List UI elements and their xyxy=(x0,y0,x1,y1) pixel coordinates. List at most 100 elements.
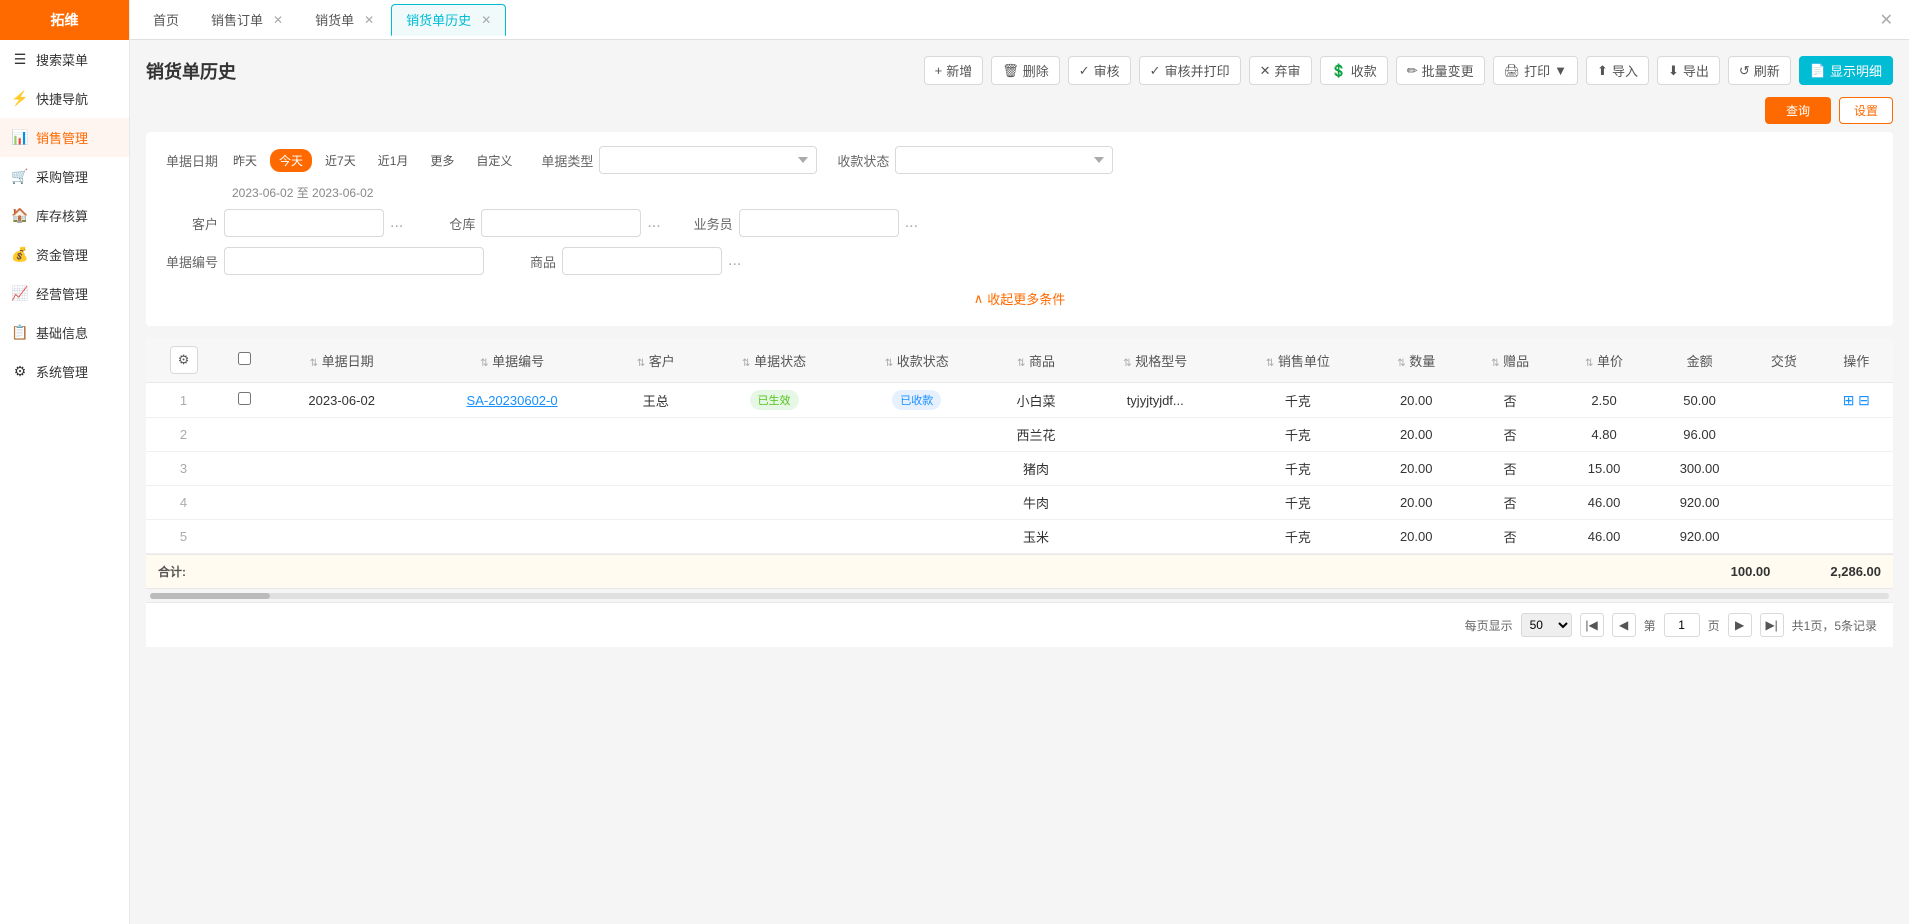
row-checkbox[interactable] xyxy=(238,392,251,405)
cell-goods: 玉米 xyxy=(988,520,1084,554)
collect-btn[interactable]: 💲 收款 xyxy=(1320,56,1388,85)
warehouse-dotdot[interactable]: ... xyxy=(647,214,660,232)
sidebar-item-ops-mgmt[interactable]: 📈 经营管理 xyxy=(0,274,129,313)
date-1month[interactable]: 近1月 xyxy=(369,149,418,172)
filter-doc-type: 单据类型 xyxy=(537,146,817,174)
salesperson-input[interactable] xyxy=(739,209,899,237)
scroll-thumb[interactable] xyxy=(150,593,270,599)
goods-input[interactable] xyxy=(562,247,722,275)
col-customer-sort-icon[interactable]: ⇅ xyxy=(637,358,645,369)
date-today[interactable]: 今天 xyxy=(270,149,312,172)
new-btn[interactable]: + 新增 xyxy=(924,56,984,85)
per-page-select[interactable]: 50 100 xyxy=(1521,613,1572,637)
tab-sales-history[interactable]: 销货单历史 ✕ xyxy=(391,4,506,36)
action-edit[interactable]: ⊟ xyxy=(1858,392,1870,408)
delete-btn[interactable]: 🗑 删除 xyxy=(991,56,1060,85)
goods-dotdot[interactable]: ... xyxy=(728,252,741,270)
col-gift-sort-icon[interactable]: ⇅ xyxy=(1491,358,1499,369)
date-custom[interactable]: 自定义 xyxy=(467,149,521,172)
cell-transaction xyxy=(1748,452,1819,486)
last-page-btn[interactable]: ▶| xyxy=(1760,613,1784,637)
finance-icon: 💰 xyxy=(12,247,28,263)
col-spec-header: ⇅ 规格型号 xyxy=(1084,338,1227,383)
tab-sales-goods-label: 销货单 xyxy=(315,10,354,29)
docno-input[interactable] xyxy=(224,247,484,275)
tab-sales-order-close[interactable]: ✕ xyxy=(273,13,283,27)
col-date-sort-icon[interactable]: ⇅ xyxy=(310,358,318,369)
col-price-sort-icon[interactable]: ⇅ xyxy=(1585,358,1593,369)
sidebar-item-quick-nav[interactable]: ⚡ 快捷导航 xyxy=(0,79,129,118)
sidebar-item-label: 基础信息 xyxy=(36,323,88,342)
approve-print-btn[interactable]: ✓ 审核并打印 xyxy=(1139,56,1241,85)
show-detail-btn[interactable]: 📄 显示明细 xyxy=(1799,56,1893,85)
first-page-btn[interactable]: |◀ xyxy=(1580,613,1604,637)
reject-btn[interactable]: ✕ 弃审 xyxy=(1249,56,1312,85)
table-settings-gear[interactable]: ⚙ xyxy=(170,346,198,374)
cell-date: 2023-06-02 xyxy=(268,383,415,418)
cell-amount: 50.00 xyxy=(1651,383,1748,418)
date-yesterday[interactable]: 昨天 xyxy=(224,149,266,172)
collapse-btn[interactable]: ∧ 收起更多条件 xyxy=(162,285,1877,312)
col-qty-sort-icon[interactable]: ⇅ xyxy=(1397,358,1405,369)
print-btn[interactable]: 🖨 打印 ▼ xyxy=(1493,56,1578,85)
page-label: 第 xyxy=(1644,617,1656,634)
col-docno-sort-icon[interactable]: ⇅ xyxy=(480,358,488,369)
sidebar-item-search-menu[interactable]: ☰ 搜索菜单 xyxy=(0,40,129,79)
horizontal-scrollbar[interactable] xyxy=(146,588,1893,602)
cell-transaction xyxy=(1748,520,1819,554)
filter-goods: 商品 ... xyxy=(500,247,741,275)
tab-sales-history-close[interactable]: ✕ xyxy=(481,13,491,27)
table-container: ⚙ ⇅ 单据日期 ⇅ 单据编号 xyxy=(146,338,1893,602)
col-spec-sort-icon[interactable]: ⇅ xyxy=(1123,358,1131,369)
sidebar-item-label: 资金管理 xyxy=(36,245,88,264)
doc-type-select[interactable] xyxy=(599,146,817,174)
page-number-input[interactable]: 1 xyxy=(1664,613,1700,637)
customer-dotdot[interactable]: ... xyxy=(390,214,403,232)
docno-link[interactable]: SA-20230602-0 xyxy=(467,393,558,408)
sidebar-item-finance[interactable]: 💰 资金管理 xyxy=(0,235,129,274)
tab-sales-order[interactable]: 销售订单 ✕ xyxy=(196,4,298,36)
col-unit-sort-icon[interactable]: ⇅ xyxy=(1266,358,1274,369)
sidebar-item-sales-mgmt[interactable]: 📊 销售管理 xyxy=(0,118,129,157)
col-docstatus-sort-icon[interactable]: ⇅ xyxy=(742,358,750,369)
import-btn[interactable]: ⬆ 导入 xyxy=(1586,56,1649,85)
select-all-checkbox[interactable] xyxy=(238,352,251,365)
salesperson-dotdot[interactable]: ... xyxy=(905,214,918,232)
sidebar-item-purchase-mgmt[interactable]: 🛒 采购管理 xyxy=(0,157,129,196)
approve-btn[interactable]: ✓ 审核 xyxy=(1068,56,1131,85)
tab-bar-close-btn[interactable]: ✕ xyxy=(1872,10,1901,30)
prev-page-btn[interactable]: ◀ xyxy=(1612,613,1636,637)
settings-btn[interactable]: 设置 xyxy=(1839,97,1893,124)
date-more[interactable]: 更多 xyxy=(421,149,463,172)
cell-gift: 否 xyxy=(1463,383,1557,418)
export-btn[interactable]: ⬇ 导出 xyxy=(1657,56,1720,85)
cell-pay-status: 已收款 xyxy=(845,383,988,418)
date-range-display: 2023-06-02 至 2023-06-02 xyxy=(162,184,1877,201)
col-qty-header: ⇅ 数量 xyxy=(1369,338,1463,383)
col-goods-sort-icon[interactable]: ⇅ xyxy=(1017,358,1025,369)
customer-input[interactable] xyxy=(224,209,384,237)
query-btn[interactable]: 查询 xyxy=(1765,97,1831,124)
tab-sales-goods[interactable]: 销货单 ✕ xyxy=(300,4,389,36)
export-icon: ⬇ xyxy=(1668,63,1679,79)
sales-mgmt-icon: 📊 xyxy=(12,130,28,146)
col-paystatus-sort-icon[interactable]: ⇅ xyxy=(885,358,893,369)
sidebar-item-inventory[interactable]: 🏠 库存核算 xyxy=(0,196,129,235)
sidebar-item-basic-info[interactable]: 📋 基础信息 xyxy=(0,313,129,352)
cell-transaction xyxy=(1748,418,1819,452)
action-view[interactable]: ⊞ xyxy=(1843,392,1855,408)
cell-spec: tyjyjtyjdf... xyxy=(1084,383,1227,418)
refresh-btn[interactable]: ↺ 刷新 xyxy=(1728,56,1791,85)
next-page-btn[interactable]: ▶ xyxy=(1728,613,1752,637)
cell-doc-status xyxy=(703,452,846,486)
payment-status-select[interactable] xyxy=(895,146,1113,174)
cell-unit: 千克 xyxy=(1227,452,1370,486)
batch-change-btn[interactable]: ✏ 批量变更 xyxy=(1396,56,1485,85)
tab-sales-goods-close[interactable]: ✕ xyxy=(364,13,374,27)
sidebar-item-sys-mgmt[interactable]: ⚙ 系统管理 xyxy=(0,352,129,391)
cell-customer xyxy=(609,452,703,486)
warehouse-input[interactable] xyxy=(481,209,641,237)
cell-unit: 千克 xyxy=(1227,520,1370,554)
date-7days[interactable]: 近7天 xyxy=(316,149,365,172)
tab-home[interactable]: 首页 xyxy=(138,4,194,36)
